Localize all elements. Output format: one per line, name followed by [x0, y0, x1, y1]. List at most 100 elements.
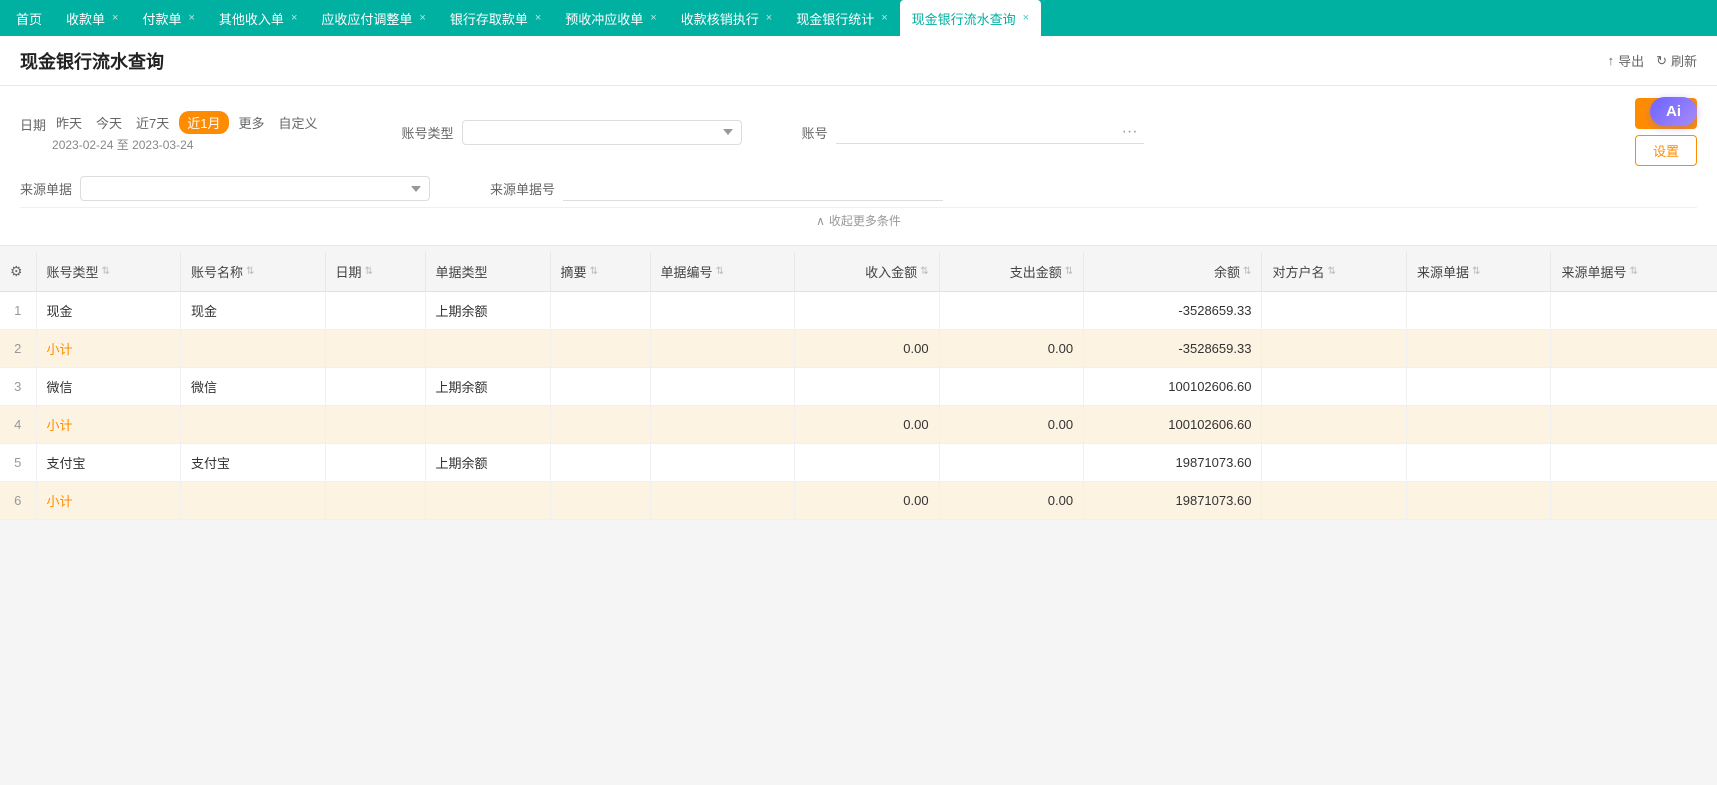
sort-source-doc-no[interactable]: 来源单据号 ⇅ — [1561, 262, 1637, 281]
nav-close-2[interactable]: × — [291, 12, 297, 24]
nav-tab-5[interactable]: 预收冲应收单 × — [553, 0, 668, 36]
refresh-button[interactable]: ↻ 刷新 — [1656, 51, 1697, 70]
source-doc-no-wrap — [563, 177, 943, 201]
account-input[interactable] — [836, 120, 1116, 143]
table-row: 1现金现金上期余额-3528659.33 — [0, 292, 1717, 330]
account-type-label: 账号类型 — [402, 123, 454, 142]
th-summary: 摘要 ⇅ — [550, 252, 650, 292]
th-doc-type: 单据类型 — [425, 252, 550, 292]
sort-doc-no[interactable]: 单据编号 ⇅ — [661, 262, 724, 281]
sort-icon-account-name: ⇅ — [246, 266, 254, 277]
table-wrap: ⚙ 账号类型 ⇅ 账号名称 ⇅ 日期 — [0, 252, 1717, 520]
nav-tab-6[interactable]: 收款核销执行 × — [669, 0, 784, 36]
account-label: 账号 — [802, 123, 828, 142]
nav-tab-4[interactable]: 银行存取款单 × — [438, 0, 553, 36]
nav-tab-7[interactable]: 现金银行统计 × — [784, 0, 899, 36]
page-header: 现金银行流水查询 ↑ 导出 ↻ 刷新 — [0, 36, 1717, 86]
refresh-icon: ↻ — [1656, 53, 1667, 69]
ai-badge[interactable]: Ai — [1650, 97, 1697, 126]
sort-icon-source-doc: ⇅ — [1472, 266, 1480, 277]
th-account-name: 账号名称 ⇅ — [181, 252, 326, 292]
source-doc-no-input[interactable] — [563, 177, 943, 200]
source-doc-label: 来源单据 — [20, 179, 72, 198]
nav-close-0[interactable]: × — [112, 12, 118, 24]
table-row: 5支付宝支付宝上期余额19871073.60 — [0, 444, 1717, 482]
sort-date[interactable]: 日期 ⇅ — [336, 262, 373, 281]
top-nav: 首页 收款单 × 付款单 × 其他收入单 × 应收应付调整单 × 银行存取款单 … — [0, 0, 1717, 36]
th-settings: ⚙ — [0, 252, 36, 292]
th-account-type: 账号类型 ⇅ — [36, 252, 181, 292]
account-type-select-wrap: 现金 微信 支付宝 — [462, 120, 742, 145]
nav-close-6[interactable]: × — [766, 12, 772, 24]
filter-area: 日期 昨天 今天 近7天 近1月 更多 自定义 2023-02-24 至 202… — [0, 86, 1717, 246]
nav-tab-3[interactable]: 应收应付调整单 × — [309, 0, 437, 36]
account-dots-button[interactable]: ··· — [1116, 123, 1144, 141]
th-counterpart: 对方户名 ⇅ — [1262, 252, 1407, 292]
nav-close-7[interactable]: × — [881, 12, 887, 24]
data-table: ⚙ 账号类型 ⇅ 账号名称 ⇅ 日期 — [0, 252, 1717, 520]
nav-tab-8[interactable]: 现金银行流水查询 × — [900, 0, 1041, 36]
table-header-row: ⚙ 账号类型 ⇅ 账号名称 ⇅ 日期 — [0, 252, 1717, 292]
sort-source-doc[interactable]: 来源单据 ⇅ — [1417, 262, 1480, 281]
table-body: 1现金现金上期余额-3528659.332小计0.000.00-3528659.… — [0, 292, 1717, 520]
nav-close-3[interactable]: × — [419, 12, 425, 24]
th-balance: 余额 ⇅ — [1084, 252, 1262, 292]
date-yesterday[interactable]: 昨天 — [52, 112, 86, 133]
nav-home[interactable]: 首页 — [4, 0, 54, 36]
header-actions: ↑ 导出 ↻ 刷新 — [1608, 51, 1697, 70]
account-type-select[interactable]: 现金 微信 支付宝 — [462, 120, 742, 145]
sort-icon-expense: ⇅ — [1065, 266, 1073, 277]
date-today[interactable]: 今天 — [92, 112, 126, 133]
date-shortcuts-wrap: 昨天 今天 近7天 近1月 更多 自定义 2023-02-24 至 2023-0… — [52, 111, 322, 153]
collapse-up-icon: ∧ — [816, 214, 825, 228]
date-7days[interactable]: 近7天 — [132, 112, 173, 133]
account-no-wrap: ··· — [836, 120, 1144, 144]
nav-close-5[interactable]: × — [650, 12, 656, 24]
nav-close-4[interactable]: × — [535, 12, 541, 24]
page-title: 现金银行流水查询 — [20, 48, 164, 74]
table-row: 6小计0.000.0019871073.60 — [0, 482, 1717, 520]
date-label: 日期 — [20, 111, 46, 134]
sort-icon-doc-no: ⇅ — [716, 266, 724, 277]
source-doc-filter: 来源单据 — [20, 176, 430, 201]
date-1month[interactable]: 近1月 — [179, 111, 228, 134]
sort-account-name[interactable]: 账号名称 ⇅ — [191, 262, 254, 281]
settings-icon[interactable]: ⚙ — [10, 263, 23, 279]
sort-counterpart[interactable]: 对方户名 ⇅ — [1272, 262, 1335, 281]
setting-button[interactable]: 设置 — [1635, 135, 1697, 166]
source-doc-select-wrap — [80, 176, 430, 201]
source-doc-no-label: 来源单据号 — [490, 179, 555, 198]
sort-icon-source-doc-no: ⇅ — [1629, 266, 1637, 277]
collapse-bar[interactable]: ∧ 收起更多条件 — [20, 207, 1697, 233]
account-type-filter: 账号类型 现金 微信 支付宝 — [402, 120, 742, 145]
sort-balance[interactable]: 余额 ⇅ — [1214, 262, 1251, 281]
th-income: 收入金额 ⇅ — [795, 252, 940, 292]
date-filter: 日期 昨天 今天 近7天 近1月 更多 自定义 2023-02-24 至 202… — [20, 111, 322, 153]
th-source-doc: 来源单据 ⇅ — [1406, 252, 1551, 292]
date-more[interactable]: 更多 — [235, 112, 269, 133]
date-shortcuts: 昨天 今天 近7天 近1月 更多 自定义 — [52, 111, 322, 134]
sort-icon-balance: ⇅ — [1243, 266, 1251, 277]
source-doc-select[interactable] — [80, 176, 430, 201]
sort-summary[interactable]: 摘要 ⇅ — [561, 262, 598, 281]
th-date: 日期 ⇅ — [325, 252, 425, 292]
table-row: 2小计0.000.00-3528659.33 — [0, 330, 1717, 368]
th-expense: 支出金额 ⇅ — [939, 252, 1084, 292]
sort-icon-summary: ⇅ — [590, 266, 598, 277]
source-doc-no-filter: 来源单据号 — [490, 177, 943, 201]
account-no-filter: 账号 ··· — [802, 120, 1144, 144]
nav-tab-1[interactable]: 付款单 × — [130, 0, 206, 36]
sort-income[interactable]: 收入金额 ⇅ — [865, 262, 928, 281]
table-row: 4小计0.000.00100102606.60 — [0, 406, 1717, 444]
nav-close-8[interactable]: × — [1023, 12, 1029, 24]
export-button[interactable]: ↑ 导出 — [1608, 51, 1645, 70]
nav-tab-0[interactable]: 收款单 × — [54, 0, 130, 36]
sort-account-type[interactable]: 账号类型 ⇅ — [47, 262, 110, 281]
th-doc-no: 单据编号 ⇅ — [650, 252, 795, 292]
nav-tab-2[interactable]: 其他收入单 × — [207, 0, 309, 36]
sort-icon-income: ⇅ — [920, 266, 928, 277]
filter-row-1: 日期 昨天 今天 近7天 近1月 更多 自定义 2023-02-24 至 202… — [20, 98, 1697, 166]
date-custom[interactable]: 自定义 — [275, 112, 322, 133]
nav-close-1[interactable]: × — [188, 12, 194, 24]
sort-expense[interactable]: 支出金额 ⇅ — [1010, 262, 1073, 281]
